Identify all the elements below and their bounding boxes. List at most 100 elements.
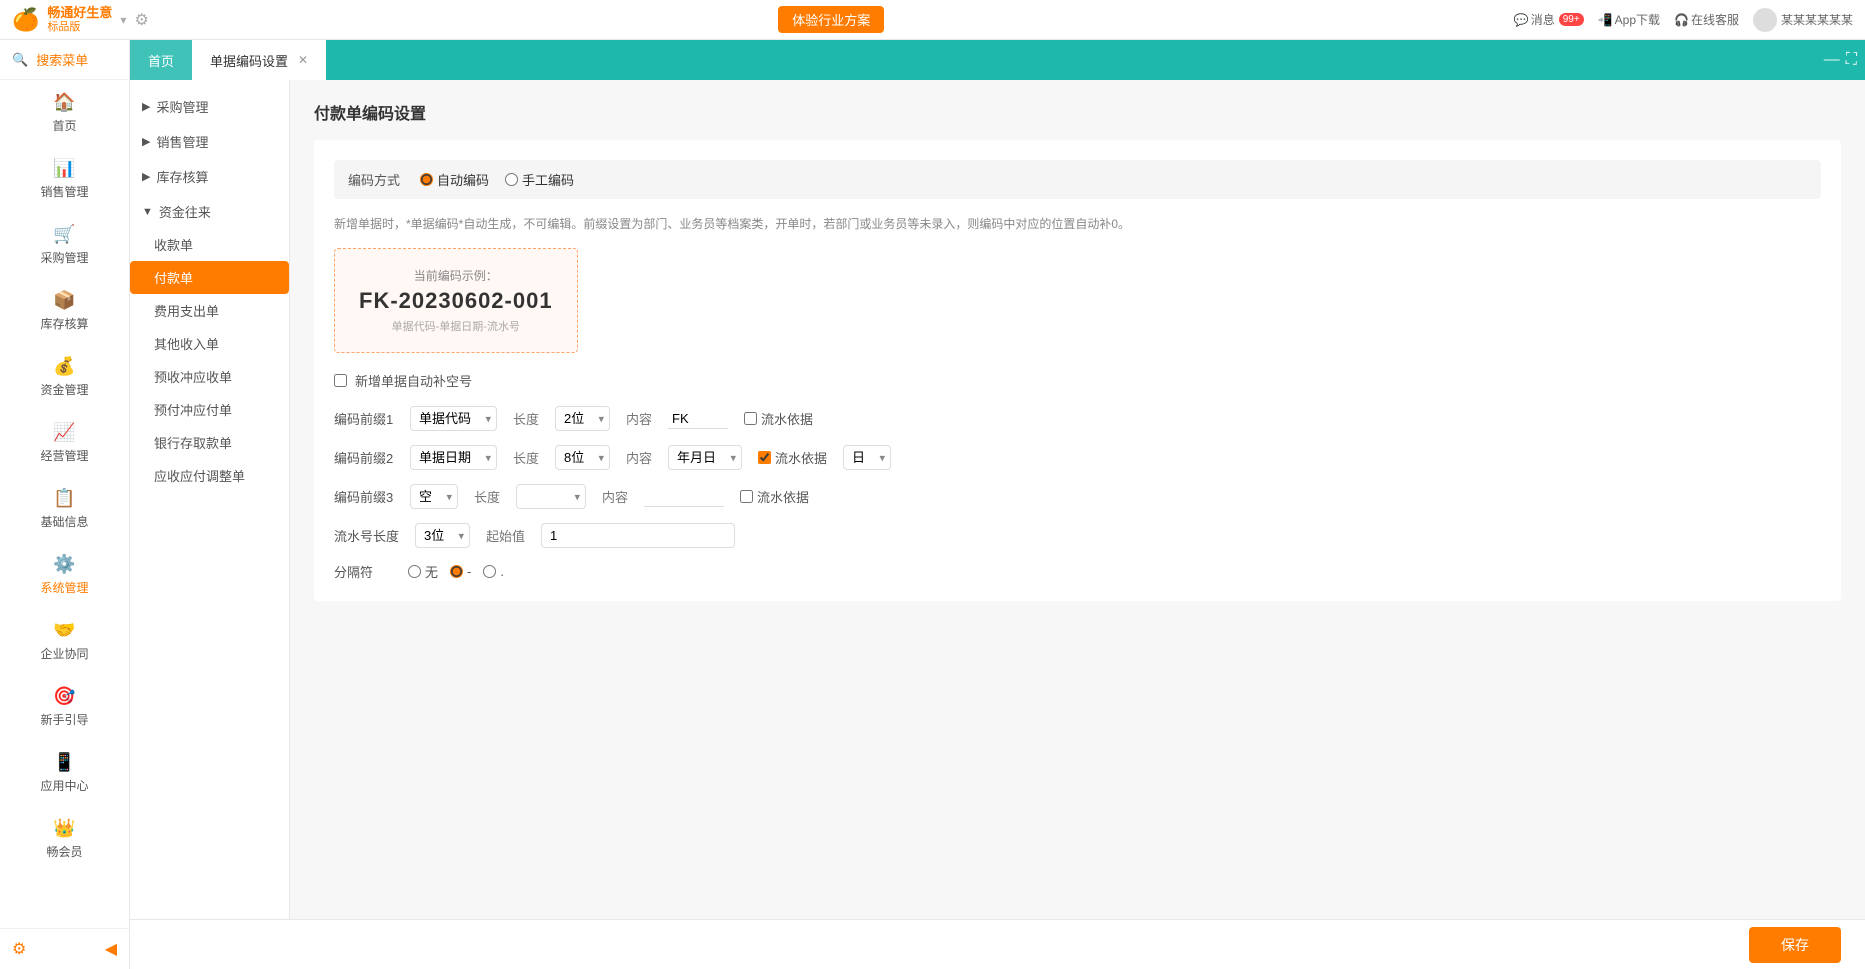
auto-encode-option[interactable]: 自动编码 (420, 170, 489, 189)
serial-length-label: 流水号长度 (334, 526, 399, 545)
sidebar-item-guide[interactable]: 🎯 新手引导 (0, 674, 129, 740)
left-nav-item-expense[interactable]: 费用支出单 (130, 294, 289, 327)
prefix1-content-input[interactable] (668, 409, 728, 429)
app-logo: 🍊 (12, 7, 39, 33)
sidebar-item-purchase[interactable]: 🛒 采购管理 (0, 212, 129, 278)
left-nav-item-adjust[interactable]: 应收应付调整单 (130, 459, 289, 492)
sidebar-item-finance[interactable]: 💰 资金管理 (0, 344, 129, 410)
serial-length-select[interactable]: 3位 (415, 523, 470, 548)
serial-length-wrapper[interactable]: 3位 (415, 523, 470, 548)
sep-dot-option[interactable]: . (483, 564, 504, 579)
sidebar-item-sales[interactable]: 📊 销售管理 (0, 146, 129, 212)
prefix2-serial-checkbox-label[interactable]: 流水依据 (758, 448, 827, 467)
left-nav-group-capital: ▼ 资金往来 收款单 付款单 费用支出单 其他收入单 预收冲应收单 预付冲应付单… (130, 195, 289, 492)
prefix3-select[interactable]: 空 (410, 484, 458, 509)
prefix3-select-wrapper[interactable]: 空 (410, 484, 458, 509)
left-nav-sales-title[interactable]: ▶ 销售管理 (130, 125, 289, 158)
sidebar-label-finance: 资金管理 (40, 381, 88, 398)
auto-encode-radio[interactable] (420, 173, 433, 186)
message-area[interactable]: 💬 消息 99+ (1514, 11, 1584, 28)
sep-none-radio[interactable] (408, 565, 421, 578)
sep-dash-radio[interactable] (450, 565, 463, 578)
prefix2-content-wrapper[interactable]: 年月日 (668, 445, 742, 470)
main-content: 付款单编码设置 编码方式 自动编码 手工编码 (290, 80, 1865, 919)
auto-fill-checkbox[interactable] (334, 374, 347, 387)
encode-method-row: 编码方式 自动编码 手工编码 (334, 160, 1821, 199)
sep-dash-option[interactable]: - (450, 564, 471, 579)
prefix1-select[interactable]: 单据代码 (410, 406, 497, 431)
guide-icon: 🎯 (53, 686, 75, 707)
sep-dot-radio[interactable] (483, 565, 496, 578)
sidebar-item-basic[interactable]: 📋 基础信息 (0, 476, 129, 542)
tab-minimize-icon[interactable]: — (1824, 51, 1840, 69)
left-nav-item-income[interactable]: 其他收入单 (130, 327, 289, 360)
sidebar-item-app-center[interactable]: 📱 应用中心 (0, 740, 129, 806)
message-icon: 💬 (1514, 13, 1529, 27)
prefix3-serial-checkbox[interactable] (740, 490, 753, 503)
left-nav-item-pay[interactable]: 付款单 (130, 261, 289, 294)
service-icon: 🎧 (1674, 13, 1689, 27)
manual-encode-radio[interactable] (505, 173, 518, 186)
prefix1-length-wrapper[interactable]: 2位 (555, 406, 610, 431)
left-nav-capital-title[interactable]: ▼ 资金往来 (130, 195, 289, 228)
prefix2-select-wrapper[interactable]: 单据日期 (410, 445, 497, 470)
tab-home[interactable]: 首页 (130, 40, 192, 80)
left-nav-item-bank[interactable]: 银行存取款单 (130, 426, 289, 459)
app-download-area[interactable]: 📲 App下载 (1598, 11, 1660, 28)
tab-encode-setting[interactable]: 单据编码设置 ✕ (192, 40, 326, 80)
user-area[interactable]: 某某某某某某 (1753, 8, 1853, 32)
purchase-icon: 🛒 (53, 224, 75, 245)
separator-label: 分隔符 (334, 562, 394, 581)
prefix2-unit-wrapper[interactable]: 日 (843, 445, 891, 470)
left-nav-item-pre-pay[interactable]: 预付冲应付单 (130, 393, 289, 426)
sidebar-item-enterprise[interactable]: 🤝 企业协同 (0, 608, 129, 674)
sidebar-label-app-center: 应用中心 (40, 777, 88, 794)
tab-maximize-icon[interactable]: ⛶ (1846, 51, 1857, 69)
online-service-area[interactable]: 🎧 在线客服 (1674, 11, 1739, 28)
sidebar-item-inventory[interactable]: 📦 库存核算 (0, 278, 129, 344)
settings-icon[interactable]: ⚙ (134, 10, 148, 30)
prefix2-unit-select[interactable]: 日 (843, 445, 891, 470)
trial-btn[interactable]: 体验行业方案 (778, 6, 884, 33)
prefix3-serial-label: 流水依据 (757, 487, 809, 506)
sidebar-item-member[interactable]: 👑 畅会员 (0, 806, 129, 872)
left-nav-purchase-title[interactable]: ▶ 采购管理 (130, 90, 289, 123)
prefix1-serial-checkbox[interactable] (744, 412, 757, 425)
prefix2-length-select[interactable]: 8位 (555, 445, 610, 470)
start-value-input[interactable] (541, 523, 735, 548)
tab-close-icon[interactable]: ✕ (298, 53, 308, 67)
collapse-icon[interactable]: ◀ (105, 939, 117, 959)
app-center-icon: 📱 (53, 752, 75, 773)
prefix1-select-wrapper[interactable]: 单据代码 (410, 406, 497, 431)
sidebar-item-system[interactable]: ⚙️ 系统管理 (0, 542, 129, 608)
settings-footer-icon[interactable]: ⚙ (12, 939, 26, 959)
member-icon: 👑 (53, 818, 75, 839)
user-name: 某某某某某某 (1781, 11, 1853, 28)
left-nav-item-receive[interactable]: 收款单 (130, 228, 289, 261)
prefix3-content-input[interactable] (644, 487, 724, 507)
prefix3-content-label: 内容 (602, 487, 628, 506)
left-nav-item-pre-receive[interactable]: 预收冲应收单 (130, 360, 289, 393)
manual-encode-option[interactable]: 手工编码 (505, 170, 574, 189)
inner-layout: ▶ 采购管理 ▶ 销售管理 ▶ 库存核算 (130, 80, 1865, 919)
prefix2-serial-checkbox[interactable] (758, 451, 771, 464)
prefix3-serial-checkbox-label[interactable]: 流水依据 (740, 487, 809, 506)
prefix1-serial-checkbox-label[interactable]: 流水依据 (744, 409, 813, 428)
sidebar-search[interactable]: 🔍 搜索菜单 (0, 40, 129, 80)
prefix3-length-select[interactable] (516, 484, 586, 509)
prefix2-length-wrapper[interactable]: 8位 (555, 445, 610, 470)
dropdown-arrow[interactable]: ▾ (120, 13, 126, 27)
prefix3-label: 编码前缀3 (334, 487, 394, 506)
prefix2-content-select[interactable]: 年月日 (668, 445, 742, 470)
sep-none-option[interactable]: 无 (408, 562, 438, 581)
prefix2-row: 编码前缀2 单据日期 长度 8位 内容 (334, 445, 1821, 470)
prefix1-length-select[interactable]: 2位 (555, 406, 610, 431)
save-button[interactable]: 保存 (1749, 927, 1841, 963)
left-nav-capital-label: 资金往来 (159, 202, 211, 221)
sidebar-item-operation[interactable]: 📈 经营管理 (0, 410, 129, 476)
prefix2-select[interactable]: 单据日期 (410, 445, 497, 470)
left-nav-inventory-title[interactable]: ▶ 库存核算 (130, 160, 289, 193)
prefix3-length-wrapper[interactable] (516, 484, 586, 509)
sidebar-item-home[interactable]: 🏠 首页 (0, 80, 129, 146)
encode-panel: 编码方式 自动编码 手工编码 (314, 140, 1841, 601)
